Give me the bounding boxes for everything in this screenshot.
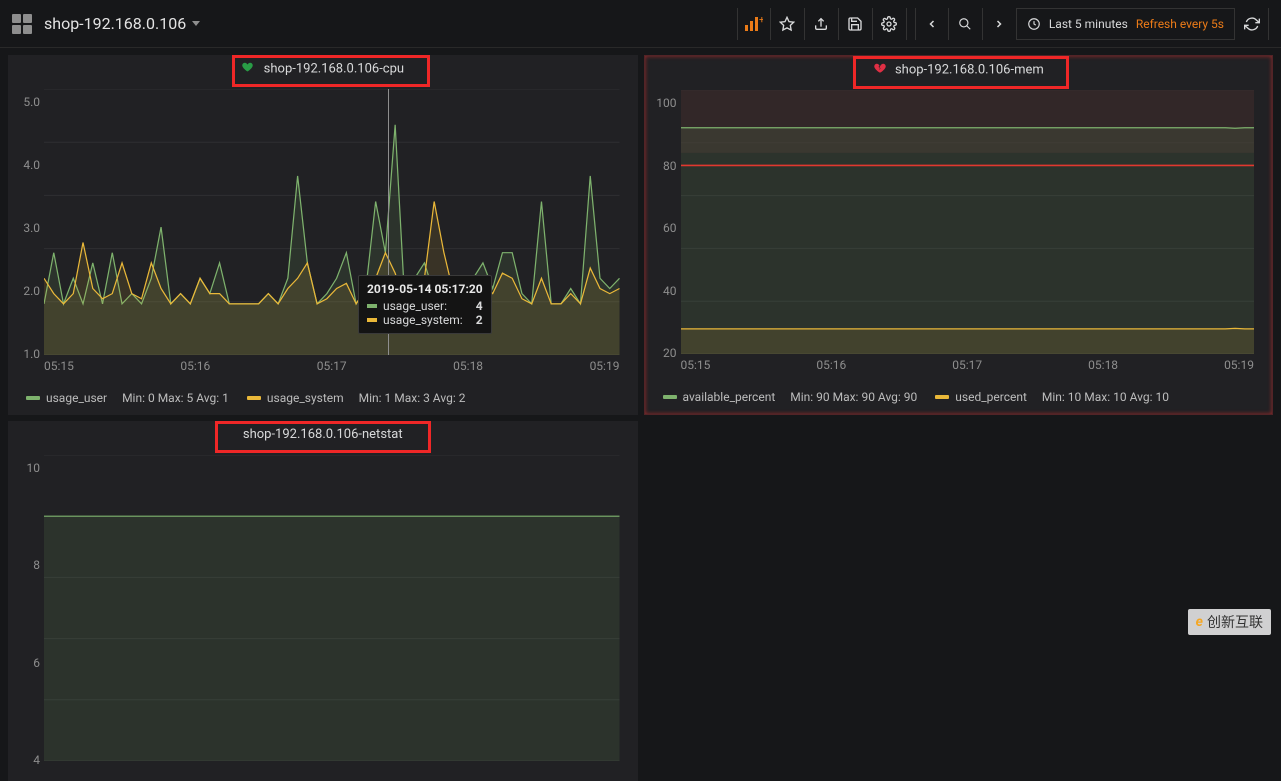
y-axis: 10864 (8, 455, 40, 761)
add-panel-button[interactable]: + (737, 8, 771, 40)
legend-item[interactable]: usage_system Min: 1 Max: 3 Avg: 2 (247, 391, 466, 405)
legend-item[interactable]: available_percent Min: 90 Max: 90 Avg: 9… (663, 390, 918, 404)
tooltip: 2019-05-14 05:17:20 usage_user:4 usage_s… (358, 275, 492, 334)
heart-ok-icon (241, 61, 254, 77)
dashboard-title: shop-192.168.0.106 (44, 14, 186, 33)
panel-title[interactable]: shop-192.168.0.106-netstat (8, 421, 638, 444)
panel-netstat[interactable]: shop-192.168.0.106-netstat 10864 (8, 421, 638, 781)
y-axis: 10080604020 (645, 90, 677, 354)
zoom-out-button[interactable] (949, 8, 983, 40)
watermark: e创新互联 (1188, 609, 1271, 635)
chart-area[interactable] (681, 90, 1255, 354)
panel-title[interactable]: shop-192.168.0.106-cpu (8, 55, 638, 79)
y-axis: 5.04.03.02.01.0 (8, 89, 40, 355)
star-button[interactable] (771, 8, 805, 40)
panel-title[interactable]: shop-192.168.0.106-mem (645, 56, 1273, 80)
time-range-picker[interactable]: Last 5 minutes Refresh every 5s (1017, 8, 1235, 40)
toolbar: + Last 5 minutes Refresh every 5s (737, 8, 1269, 40)
x-axis: 05:1505:1605:1705:1805:19 (681, 358, 1255, 372)
legend: usage_user Min: 0 Max: 5 Avg: 1 usage_sy… (26, 391, 620, 405)
svg-text:+: + (759, 17, 763, 26)
panel-cpu[interactable]: shop-192.168.0.106-cpu 5.04.03.02.01.0 2… (8, 55, 638, 415)
legend: available_percent Min: 90 Max: 90 Avg: 9… (663, 390, 1255, 404)
chevron-down-icon (192, 21, 200, 26)
share-button[interactable] (805, 8, 839, 40)
save-button[interactable] (839, 8, 873, 40)
dashboards-icon[interactable] (12, 14, 32, 34)
legend-item[interactable]: usage_user Min: 0 Max: 5 Avg: 1 (26, 391, 229, 405)
refresh-button[interactable] (1235, 8, 1269, 40)
refresh-interval-label: Refresh every 5s (1136, 17, 1224, 31)
clock-icon (1027, 17, 1041, 31)
settings-button[interactable] (873, 8, 907, 40)
chart-area[interactable] (44, 455, 620, 761)
top-nav: shop-192.168.0.106 + Last 5 minutes Refr… (0, 0, 1281, 48)
legend-item[interactable]: used_percent Min: 10 Max: 10 Avg: 10 (935, 390, 1169, 404)
x-axis: 05:1505:1605:1705:1805:19 (44, 359, 620, 373)
time-back-button[interactable] (915, 8, 949, 40)
panel-mem[interactable]: shop-192.168.0.106-mem 10080604020 05:15… (644, 55, 1274, 415)
dashboard-title-dropdown[interactable]: shop-192.168.0.106 (44, 14, 200, 33)
heart-broken-icon (873, 62, 886, 78)
time-forward-button[interactable] (983, 8, 1017, 40)
time-range-label: Last 5 minutes (1049, 17, 1128, 31)
chart-area[interactable] (44, 89, 620, 355)
